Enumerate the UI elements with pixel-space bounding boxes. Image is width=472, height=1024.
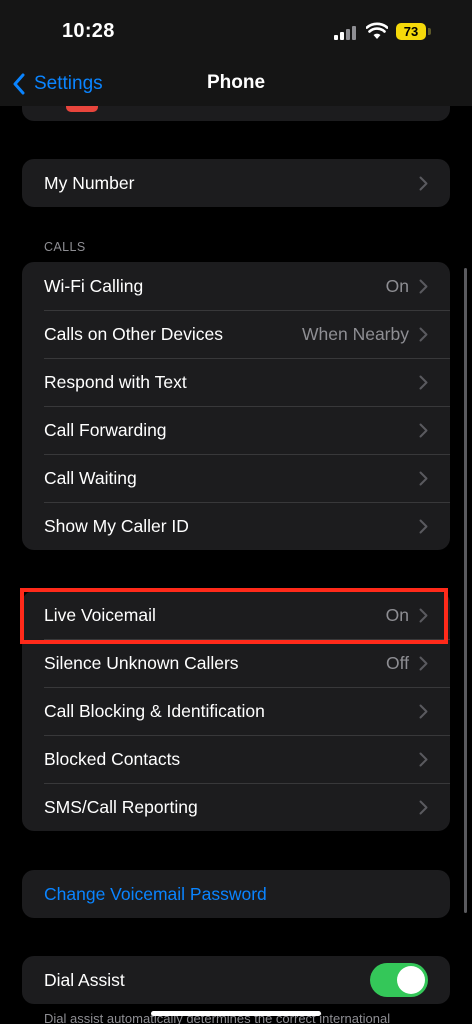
call-blocking-row[interactable]: Call Blocking & Identification (22, 687, 450, 735)
chevron-right-icon (419, 327, 428, 341)
call-forwarding-row[interactable]: Call Forwarding (22, 406, 450, 454)
calls-group: Wi-Fi Calling On Calls on Other Devices … (22, 262, 450, 550)
my-number-row[interactable]: My Number (22, 159, 450, 207)
previous-group (22, 106, 450, 121)
row-value: On (385, 275, 409, 296)
wifi-icon (366, 22, 388, 39)
chevron-right-icon (419, 471, 428, 485)
row-label: Call Waiting (44, 467, 137, 488)
chevron-right-icon (419, 519, 428, 533)
row-label: Blocked Contacts (44, 748, 181, 769)
silence-unknown-callers-row[interactable]: Silence Unknown Callers Off (22, 639, 450, 687)
row-label: Call Forwarding (44, 419, 167, 440)
row-label: Call Blocking & Identification (44, 700, 265, 721)
row-value: When Nearby (302, 323, 409, 344)
dial-assist-toggle[interactable] (370, 963, 428, 997)
chevron-right-icon (419, 375, 428, 389)
scrollbar[interactable] (464, 268, 467, 913)
change-voicemail-password-row[interactable]: Change Voicemail Password (22, 870, 450, 918)
my-number-group: My Number (22, 159, 450, 207)
battery-tip-icon (428, 28, 431, 35)
chevron-right-icon (419, 752, 428, 766)
chevron-right-icon (419, 423, 428, 437)
chevron-right-icon (419, 176, 428, 190)
respond-with-text-row[interactable]: Respond with Text (22, 358, 450, 406)
dial-assist-row: Dial Assist (22, 956, 450, 1004)
blocked-contacts-row[interactable]: Blocked Contacts (22, 735, 450, 783)
calls-on-other-devices-row[interactable]: Calls on Other Devices When Nearby (22, 310, 450, 358)
calls-section-header: CALLS (44, 240, 86, 254)
voicemail-password-group: Change Voicemail Password (22, 870, 450, 918)
chevron-right-icon (419, 704, 428, 718)
row-label: Wi-Fi Calling (44, 275, 144, 296)
red-app-icon (66, 106, 98, 112)
show-my-caller-id-row[interactable]: Show My Caller ID (22, 502, 450, 550)
page-title: Phone (206, 72, 266, 93)
row-value: Off (385, 652, 409, 673)
battery-level: 73 (396, 23, 426, 40)
change-voicemail-password-link[interactable]: Change Voicemail Password (44, 884, 428, 905)
dial-assist-group: Dial Assist (22, 956, 450, 1004)
chevron-right-icon (419, 279, 428, 293)
row-label: SMS/Call Reporting (44, 796, 198, 817)
status-time: 10:28 (62, 20, 115, 42)
row-label: Calls on Other Devices (44, 323, 223, 344)
call-waiting-row[interactable]: Call Waiting (22, 454, 450, 502)
row-label: Respond with Text (44, 371, 187, 392)
chevron-right-icon (419, 800, 428, 814)
sms-call-reporting-row[interactable]: SMS/Call Reporting (22, 783, 450, 831)
dial-assist-label: Dial Assist (44, 969, 125, 990)
live-voicemail-highlight (20, 588, 448, 644)
home-indicator[interactable] (151, 1011, 321, 1016)
settings-list[interactable]: My Number CALLS Wi-Fi Calling On Calls o… (0, 106, 472, 1024)
wifi-calling-row[interactable]: Wi-Fi Calling On (22, 262, 450, 310)
row-label: Show My Caller ID (44, 515, 189, 536)
chevron-right-icon (419, 656, 428, 670)
navigation-bar: Settings Phone (0, 62, 472, 106)
row-label: Silence Unknown Callers (44, 652, 239, 673)
cellular-signal-icon (334, 24, 360, 40)
status-bar: 10:28 73 (0, 0, 472, 62)
toggle-knob (397, 966, 425, 994)
my-number-label: My Number (44, 172, 135, 193)
